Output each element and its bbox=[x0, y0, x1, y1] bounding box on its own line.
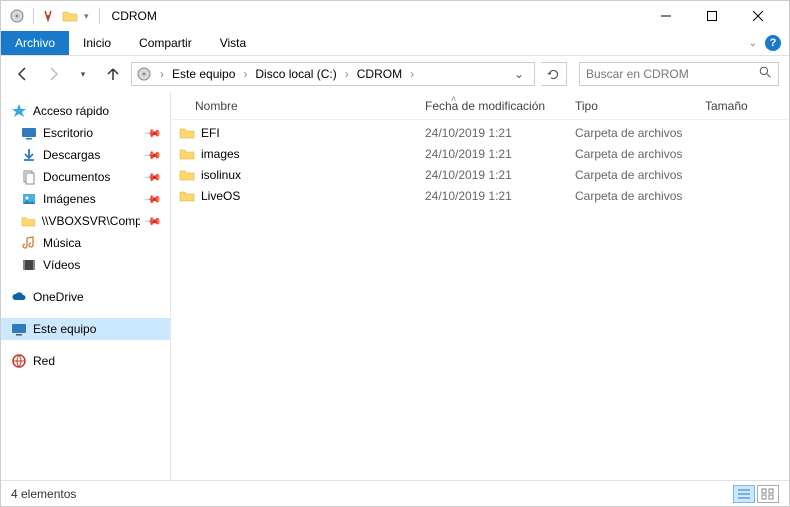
sidebar-quick-access[interactable]: Acceso rápido bbox=[1, 100, 170, 122]
address-bar[interactable]: › Este equipo › Disco local (C:) › CDROM… bbox=[131, 62, 535, 86]
back-button[interactable] bbox=[11, 62, 35, 86]
file-list: ˄ Nombre Fecha de modificación Tipo Tama… bbox=[171, 92, 789, 480]
breadcrumb-segment[interactable]: Disco local (C:) bbox=[251, 63, 340, 85]
folder-icon bbox=[179, 125, 195, 141]
chevron-right-icon[interactable]: › bbox=[241, 67, 249, 81]
column-size[interactable]: Tamaño bbox=[705, 99, 789, 113]
item-count: 4 elementos bbox=[11, 487, 76, 501]
file-row[interactable]: images24/10/2019 1:21Carpeta de archivos bbox=[171, 143, 789, 164]
file-type: Carpeta de archivos bbox=[575, 189, 705, 203]
column-headers: Nombre Fecha de modificación Tipo Tamaño bbox=[171, 92, 789, 120]
file-date: 24/10/2019 1:21 bbox=[425, 189, 575, 203]
sidebar-network[interactable]: Red bbox=[1, 350, 170, 372]
forward-button[interactable] bbox=[41, 62, 65, 86]
sidebar-item-desktop[interactable]: Escritorio 📌 bbox=[1, 122, 170, 144]
file-name: LiveOS bbox=[201, 189, 425, 203]
videos-icon bbox=[21, 257, 37, 273]
network-icon bbox=[11, 353, 27, 369]
pin-icon: 📌 bbox=[144, 146, 163, 165]
cloud-icon bbox=[11, 289, 27, 305]
maximize-button[interactable] bbox=[689, 1, 735, 31]
file-type: Carpeta de archivos bbox=[575, 126, 705, 140]
sidebar-item-videos[interactable]: Vídeos bbox=[1, 254, 170, 276]
status-bar: 4 elementos bbox=[1, 480, 789, 506]
tab-view[interactable]: Vista bbox=[206, 31, 260, 55]
column-name[interactable]: Nombre bbox=[195, 99, 425, 113]
chevron-right-icon[interactable]: › bbox=[343, 67, 351, 81]
search-placeholder: Buscar en CDROM bbox=[586, 67, 759, 81]
tab-home[interactable]: Inicio bbox=[69, 31, 125, 55]
documents-icon bbox=[21, 169, 37, 185]
column-date[interactable]: Fecha de modificación bbox=[425, 99, 575, 113]
drive-icon bbox=[9, 8, 25, 24]
downloads-icon bbox=[21, 147, 37, 163]
view-details-button[interactable] bbox=[733, 485, 755, 503]
sidebar-item-downloads[interactable]: Descargas 📌 bbox=[1, 144, 170, 166]
breadcrumb-segment[interactable]: Este equipo bbox=[168, 63, 239, 85]
file-date: 24/10/2019 1:21 bbox=[425, 168, 575, 182]
search-input[interactable]: Buscar en CDROM bbox=[579, 62, 779, 86]
properties-qat-icon[interactable] bbox=[42, 8, 58, 24]
file-row[interactable]: isolinux24/10/2019 1:21Carpeta de archiv… bbox=[171, 164, 789, 185]
pin-icon: 📌 bbox=[144, 190, 163, 209]
minimize-button[interactable] bbox=[643, 1, 689, 31]
pc-icon bbox=[11, 321, 27, 337]
file-type: Carpeta de archivos bbox=[575, 147, 705, 161]
file-name: EFI bbox=[201, 126, 425, 140]
desktop-icon bbox=[21, 125, 37, 141]
file-name: isolinux bbox=[201, 168, 425, 182]
sidebar-item-music[interactable]: Música bbox=[1, 232, 170, 254]
music-icon bbox=[21, 235, 37, 251]
file-row[interactable]: LiveOS24/10/2019 1:21Carpeta de archivos bbox=[171, 185, 789, 206]
folder-icon bbox=[179, 188, 195, 204]
sidebar-this-pc[interactable]: Este equipo bbox=[1, 318, 170, 340]
tab-share[interactable]: Compartir bbox=[125, 31, 206, 55]
ribbon-expand-icon[interactable]: ⌄ bbox=[749, 38, 757, 49]
up-button[interactable] bbox=[101, 62, 125, 86]
window-title: CDROM bbox=[112, 9, 157, 23]
file-type: Carpeta de archivos bbox=[575, 168, 705, 182]
folder-icon bbox=[179, 146, 195, 162]
pin-icon: 📌 bbox=[144, 212, 163, 231]
pictures-icon bbox=[21, 191, 37, 207]
separator bbox=[99, 8, 100, 24]
star-icon bbox=[11, 103, 27, 119]
sidebar-onedrive[interactable]: OneDrive bbox=[1, 286, 170, 308]
tab-file[interactable]: Archivo bbox=[1, 31, 69, 55]
sidebar-item-pictures[interactable]: Imágenes 📌 bbox=[1, 188, 170, 210]
navigation-pane: Acceso rápido Escritorio 📌 Descargas 📌 D… bbox=[1, 92, 171, 480]
pin-icon: 📌 bbox=[144, 168, 163, 187]
chevron-right-icon[interactable]: › bbox=[408, 67, 416, 81]
address-dropdown-icon[interactable]: ⌄ bbox=[508, 67, 530, 81]
sidebar-item-vboxsvr[interactable]: \\VBOXSVR\Compa 📌 bbox=[1, 210, 170, 232]
ribbon: Archivo Inicio Compartir Vista ⌄ ? bbox=[1, 31, 789, 56]
folder-icon bbox=[179, 167, 195, 183]
column-type[interactable]: Tipo bbox=[575, 99, 705, 113]
search-icon bbox=[759, 66, 772, 82]
drive-icon bbox=[136, 66, 152, 82]
breadcrumb-segment[interactable]: CDROM bbox=[353, 63, 406, 85]
pin-icon: 📌 bbox=[144, 124, 163, 143]
chevron-right-icon[interactable]: › bbox=[158, 67, 166, 81]
file-row[interactable]: EFI24/10/2019 1:21Carpeta de archivos bbox=[171, 122, 789, 143]
nav-row: ▾ › Este equipo › Disco local (C:) › CDR… bbox=[1, 56, 789, 92]
sort-indicator-icon: ˄ bbox=[451, 94, 456, 104]
file-date: 24/10/2019 1:21 bbox=[425, 126, 575, 140]
separator bbox=[33, 8, 34, 24]
qat-dropdown-icon[interactable]: ▾ bbox=[82, 11, 91, 22]
close-button[interactable] bbox=[735, 1, 781, 31]
help-icon[interactable]: ? bbox=[765, 35, 781, 51]
folder-icon bbox=[21, 213, 36, 229]
refresh-button[interactable] bbox=[541, 62, 567, 86]
file-name: images bbox=[201, 147, 425, 161]
sidebar-item-documents[interactable]: Documentos 📌 bbox=[1, 166, 170, 188]
folder-qat-icon[interactable] bbox=[62, 8, 78, 24]
recent-button[interactable]: ▾ bbox=[71, 62, 95, 86]
file-date: 24/10/2019 1:21 bbox=[425, 147, 575, 161]
title-bar: ▾ CDROM bbox=[1, 1, 789, 31]
view-icons-button[interactable] bbox=[757, 485, 779, 503]
